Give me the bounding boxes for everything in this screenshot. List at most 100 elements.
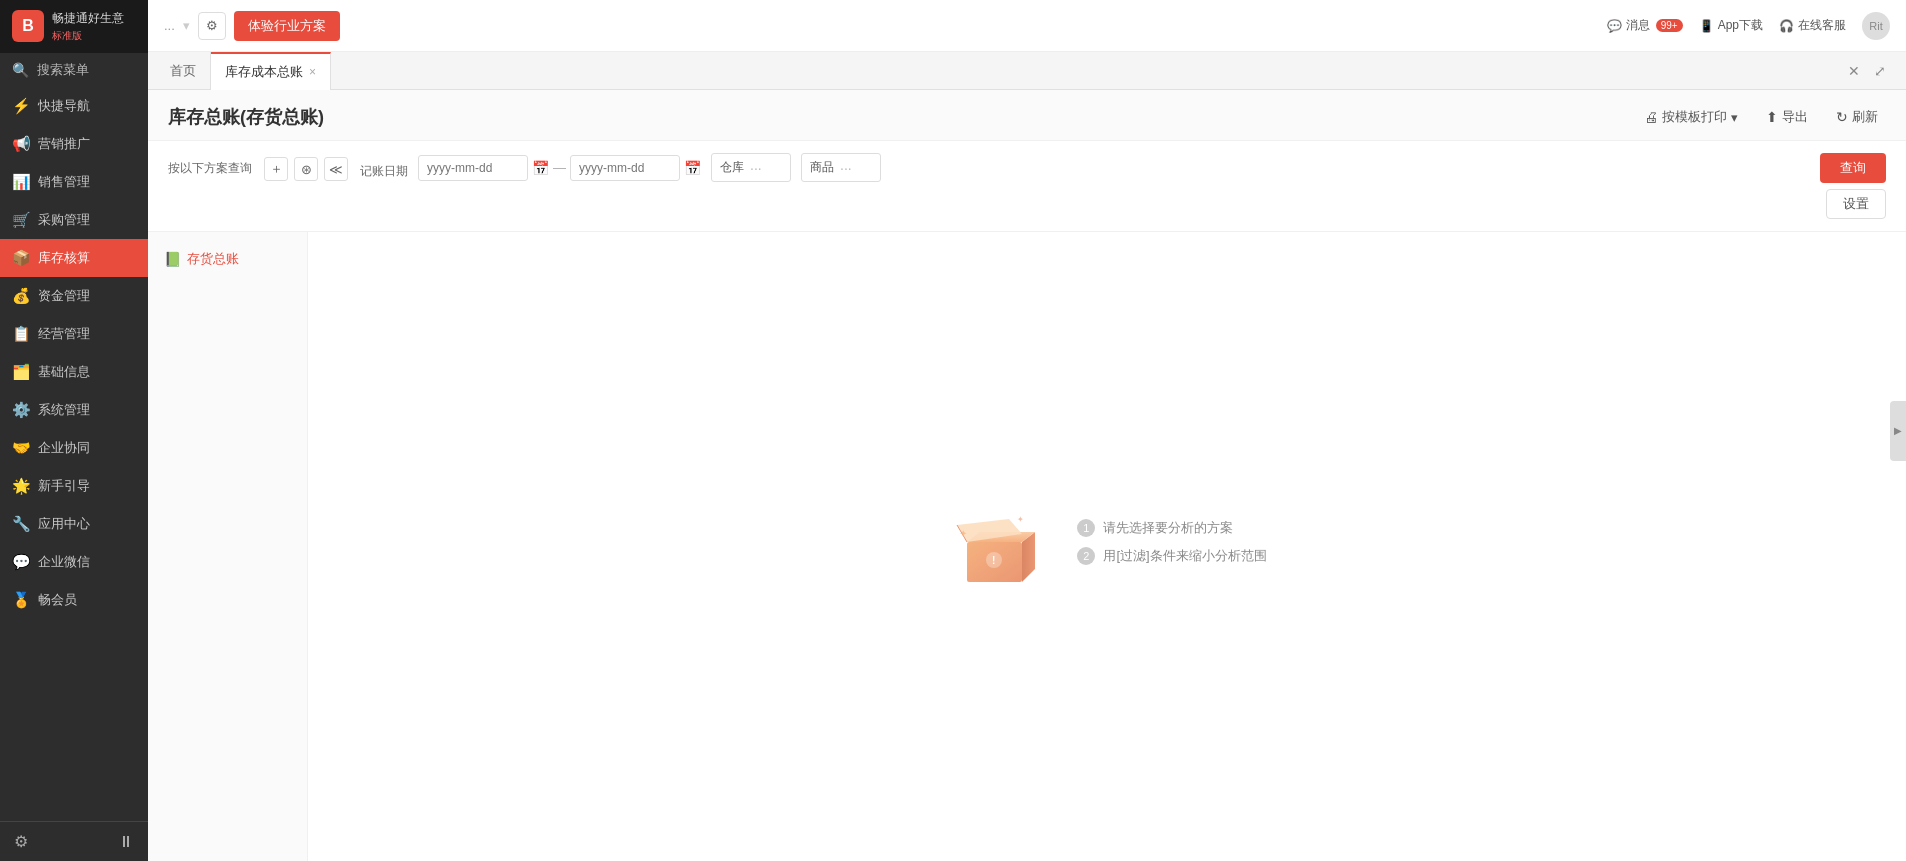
- sidebar-item-quick-nav[interactable]: ⚡快捷导航: [0, 87, 148, 125]
- app-download-btn[interactable]: 📱 App下载: [1699, 17, 1763, 34]
- sidebar-item-inventory[interactable]: 📦 库存核算: [0, 239, 148, 277]
- side-panel-handle[interactable]: ▶: [1890, 401, 1906, 461]
- expand-icon[interactable]: ⤢: [1870, 61, 1890, 81]
- nav-label-member: 畅会员: [38, 591, 77, 609]
- sidebar-item-purchase[interactable]: 🛒 采购管理: [0, 201, 148, 239]
- nav-icon-system: ⚙️: [12, 401, 30, 419]
- warehouse-label: 仓库: [720, 159, 744, 176]
- nav-icon-app-center: 🔧: [12, 515, 30, 533]
- calendar-end-icon[interactable]: 📅: [684, 160, 701, 176]
- tip-text-2: 用[过滤]条件来缩小分析范围: [1103, 547, 1266, 565]
- nav-icon-marketing: 📢: [12, 135, 30, 153]
- nav-icon-sales: 📊: [12, 173, 30, 191]
- product-more-icon: ···: [840, 160, 852, 176]
- sidebar-nav: ⚡快捷导航📢营销推广📊销售管理 🛒 采购管理 📦 库存核算 💰资金管理📋经营管理🗂️基础信…: [0, 87, 148, 821]
- tab-bar: 首页 库存成本总账 × ✕ ⤢: [148, 52, 1906, 90]
- scheme-item-label: 存货总账: [187, 250, 239, 268]
- sidebar-item-app-center[interactable]: 🔧 应用中心: [0, 505, 148, 543]
- nav-label-purchase: 采购管理: [38, 211, 90, 229]
- filter-settings-btn[interactable]: ⊛: [294, 157, 318, 181]
- empty-tips: 1 请先选择要分析的方案 2 用[过滤]条件来缩小分析范围: [1077, 519, 1266, 575]
- product-select[interactable]: 商品 ···: [801, 153, 881, 182]
- date-start-input[interactable]: [418, 155, 528, 181]
- tip-num-1: 1: [1077, 519, 1095, 537]
- search-menu[interactable]: 🔍 搜索菜单: [0, 53, 148, 87]
- tab-inventory-ledger[interactable]: 库存成本总账 ×: [211, 52, 331, 90]
- nav-label-app-center: 应用中心: [38, 515, 90, 533]
- refresh-btn[interactable]: ↻ 刷新: [1828, 104, 1886, 130]
- nav-icon-operations: 📋: [12, 325, 30, 343]
- print-icon: 🖨: [1644, 109, 1658, 125]
- print-arrow: ▾: [1731, 110, 1738, 125]
- breadcrumb-arrow: ▾: [183, 18, 190, 33]
- main-area: ... ▾ ⚙ 体验行业方案 💬 消息 99+ 📱 App下载 🎧 在线客服 R…: [148, 0, 1906, 861]
- nav-label-newbie: 新手引导: [38, 477, 90, 495]
- calendar-start-icon[interactable]: 📅: [532, 160, 549, 176]
- close-window-icon[interactable]: ✕: [1844, 61, 1864, 81]
- online-service-btn[interactable]: 🎧 在线客服: [1779, 17, 1846, 34]
- sidebar-item-system[interactable]: ⚙️ 系统管理: [0, 391, 148, 429]
- export-btn[interactable]: ⬆ 导出: [1758, 104, 1816, 130]
- app-download-label: App下载: [1718, 17, 1763, 34]
- warehouse-select[interactable]: 仓库 ···: [711, 153, 791, 182]
- date-range-group: 📅 — 📅: [418, 155, 701, 181]
- sidebar-item-enterprise[interactable]: 🤝 企业协同: [0, 429, 148, 467]
- user-avatar[interactable]: Rit: [1862, 12, 1890, 40]
- product-label: 商品: [810, 159, 834, 176]
- sidebar-bottom: ⚙ ⏸: [0, 821, 148, 861]
- export-icon: ⬆: [1766, 109, 1778, 125]
- breadcrumb: ...: [164, 18, 175, 33]
- sidebar-item-basic[interactable]: 🗂️基础信息: [0, 353, 148, 391]
- nav-label-enterprise: 企业协同: [38, 439, 90, 457]
- content-area: 库存总账(存货总账) 🖨 按模板打印 ▾ ⬆ 导出 ↻ 刷新 按以下方案查询: [148, 90, 1906, 861]
- logo-icon: B: [12, 10, 44, 42]
- header-settings-btn[interactable]: ⚙: [198, 12, 226, 40]
- sidebar-item-operations[interactable]: 📋经营管理: [0, 315, 148, 353]
- filter-add-btns: ＋ ⊛ ≪: [264, 153, 348, 181]
- message-btn[interactable]: 💬 消息 99+: [1607, 17, 1683, 34]
- sidebar-item-wechat[interactable]: 💬企业微信: [0, 543, 148, 581]
- audio-icon[interactable]: ⏸: [118, 833, 134, 851]
- svg-text:✦: ✦: [959, 528, 967, 539]
- collapse-filter-btn[interactable]: ≪: [324, 157, 348, 181]
- app-logo: B 畅捷通好生意 标准版: [0, 0, 148, 53]
- svg-text:!: !: [992, 555, 995, 566]
- settings-icon[interactable]: ⚙: [14, 832, 28, 851]
- date-label: 记账日期: [360, 156, 408, 180]
- nav-icon-inventory: 📦: [12, 249, 30, 267]
- add-filter-btn[interactable]: ＋: [264, 157, 288, 181]
- print-label: 按模板打印: [1662, 108, 1727, 126]
- industry-btn[interactable]: 体验行业方案: [234, 11, 340, 41]
- nav-label-inventory: 库存核算: [38, 249, 90, 267]
- nav-icon-purchase: 🛒: [12, 211, 30, 229]
- message-label: 消息: [1626, 17, 1650, 34]
- tip-text-1: 请先选择要分析的方案: [1103, 519, 1233, 537]
- tab-home[interactable]: 首页: [156, 52, 211, 90]
- sidebar-item-finance[interactable]: 💰资金管理: [0, 277, 148, 315]
- app-version: 标准版: [52, 29, 124, 43]
- nav-label-system: 系统管理: [38, 401, 90, 419]
- page-title-bar: 库存总账(存货总账) 🖨 按模板打印 ▾ ⬆ 导出 ↻ 刷新: [148, 90, 1906, 141]
- sidebar-item-sales[interactable]: 📊销售管理: [0, 163, 148, 201]
- page-title: 库存总账(存货总账): [168, 105, 324, 129]
- user-name: Rit: [1869, 20, 1882, 32]
- header-left: ... ▾ ⚙ 体验行业方案: [164, 11, 1595, 41]
- settings-btn[interactable]: 设置: [1826, 189, 1886, 219]
- tab-close-icon[interactable]: ×: [309, 65, 316, 79]
- sidebar-item-marketing[interactable]: 📢营销推广: [0, 125, 148, 163]
- sidebar-item-newbie[interactable]: 🌟 新手引导: [0, 467, 148, 505]
- page-actions: 🖨 按模板打印 ▾ ⬆ 导出 ↻ 刷新: [1636, 104, 1886, 130]
- query-btn[interactable]: 查询: [1820, 153, 1886, 183]
- nav-icon-newbie: 🌟: [12, 477, 30, 495]
- empty-tip-1: 1 请先选择要分析的方案: [1077, 519, 1266, 537]
- nav-icon-enterprise: 🤝: [12, 439, 30, 457]
- date-end-input[interactable]: [570, 155, 680, 181]
- sidebar-item-member[interactable]: 🏅畅会员: [0, 581, 148, 619]
- empty-illustration: ! ✦ ✦: [947, 497, 1047, 597]
- breadcrumb-text: ...: [164, 18, 175, 33]
- scheme-item-inventory[interactable]: 📗 存货总账: [148, 242, 307, 276]
- export-label: 导出: [1782, 108, 1808, 126]
- nav-label-basic: 基础信息: [38, 363, 90, 381]
- print-btn[interactable]: 🖨 按模板打印 ▾: [1636, 104, 1746, 130]
- nav-icon-finance: 💰: [12, 287, 30, 305]
